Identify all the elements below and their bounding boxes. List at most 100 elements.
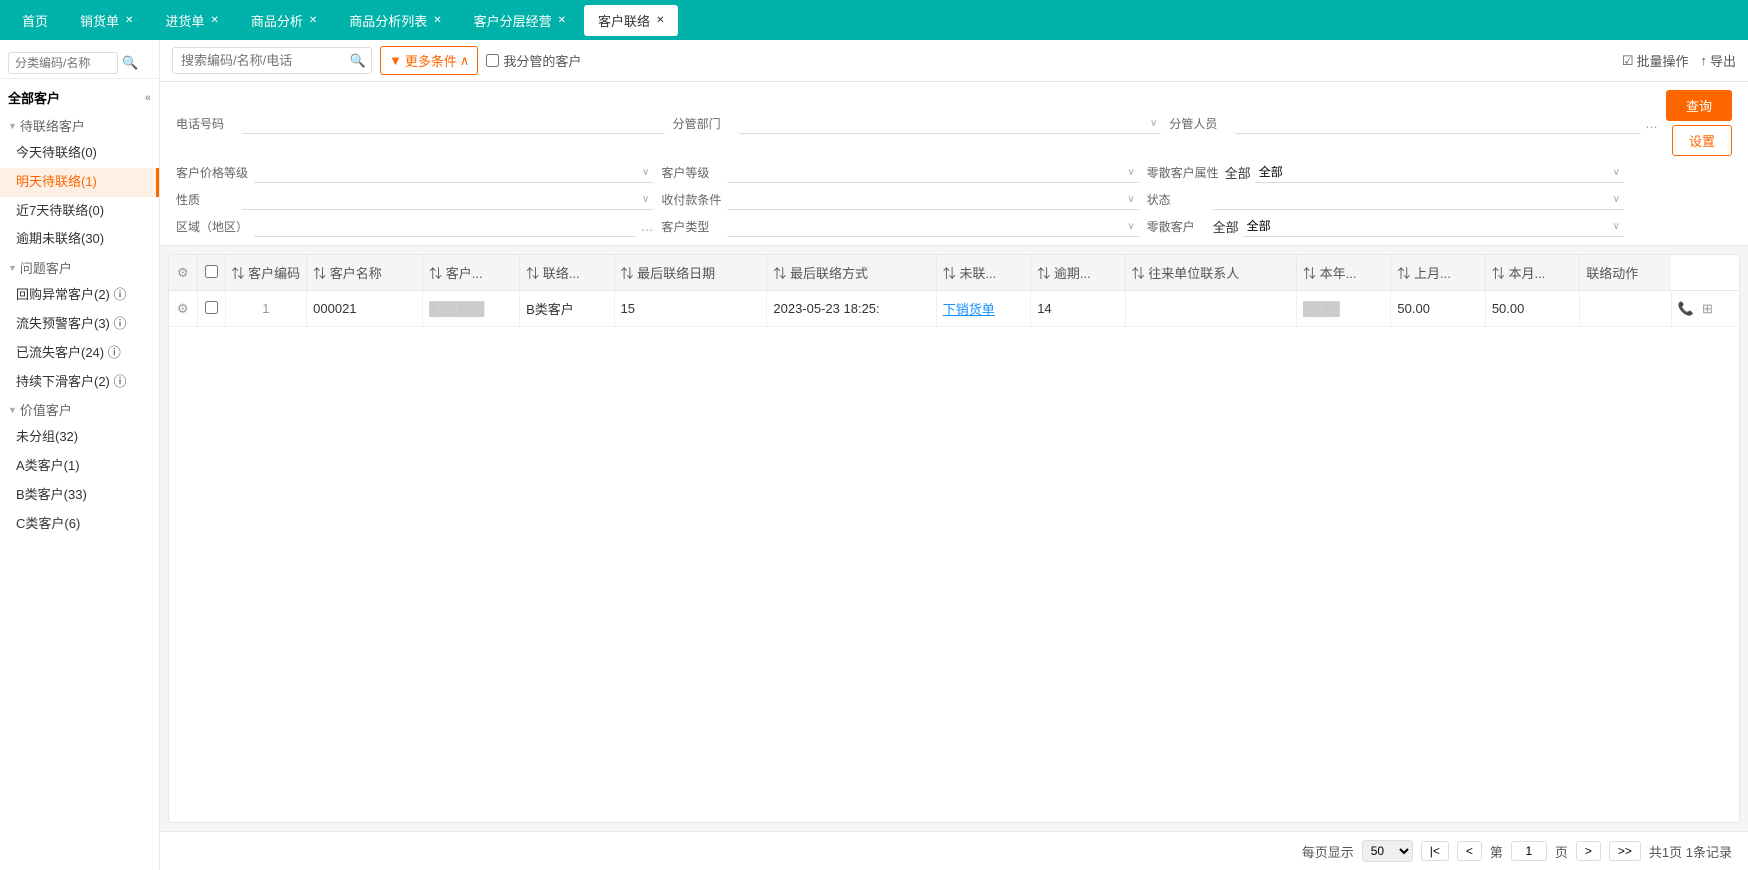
row-this-year: 50.00 [1391, 291, 1485, 327]
sidebar-item-class-c[interactable]: C类客户(6) [0, 510, 159, 539]
my-customers-checkbox[interactable] [486, 54, 499, 67]
nav-sales-order[interactable]: 销货单 ✕ [66, 5, 147, 36]
sidebar-item-7days-contact[interactable]: 近7天待联络(0) [0, 197, 159, 226]
filter-retail-customer-select[interactable]: 全部 [1243, 216, 1624, 237]
select-all-checkbox[interactable] [205, 265, 218, 278]
sort-icon-date[interactable]: ⇅ [621, 266, 634, 281]
batch-ops-button[interactable]: ☑ 批量操作 [1622, 51, 1689, 70]
sidebar-item-tomorrow-contact[interactable]: 明天待联络(1) [0, 168, 159, 197]
contact-method-link[interactable]: 下销货单 [943, 302, 995, 317]
row-contacts: 15 [614, 291, 767, 327]
export-button[interactable]: ↑ 导出 [1700, 51, 1736, 70]
sort-icon-unlink[interactable]: ⇅ [943, 266, 956, 281]
filter-nature-select-wrap [242, 189, 653, 210]
sort-icon-year[interactable]: ⇅ [1303, 266, 1316, 281]
prev-page-button[interactable]: < [1457, 841, 1482, 861]
nav-customer-contact-label: 客户联络 [598, 11, 650, 30]
per-page-select[interactable]: 50 100 200 [1362, 840, 1413, 862]
group-problem-customers[interactable]: 问题客户 [0, 254, 159, 281]
filter-nature: 性质 [176, 189, 653, 210]
th-checkbox[interactable] [197, 255, 225, 291]
sort-icon-type[interactable]: ⇅ [429, 266, 442, 281]
filter-area-dots[interactable]: … [640, 219, 653, 234]
more-conditions-button[interactable]: ▼ 更多条件 ∧ [380, 46, 478, 75]
nav-purchase-order-close[interactable]: ✕ [210, 15, 218, 26]
toolbar-search-wrap: 🔍 [172, 47, 372, 74]
sort-icon-person[interactable]: ⇅ [1132, 266, 1145, 281]
page-number-input[interactable] [1511, 841, 1547, 861]
sort-icon-method[interactable]: ⇅ [773, 266, 786, 281]
nav-product-analysis-close[interactable]: ✕ [309, 15, 317, 26]
th-gear[interactable]: ⚙ [169, 255, 197, 291]
sidebar-item-class-b[interactable]: B类客户(33) [0, 481, 159, 510]
filter-customer-level-select[interactable] [727, 162, 1138, 183]
nav-sales-order-close[interactable]: ✕ [125, 15, 133, 26]
filter-phone-input[interactable] [242, 113, 665, 134]
nav-customer-contact-close[interactable]: ✕ [656, 15, 664, 26]
filter-area: 区域（地区） … [176, 216, 653, 237]
sidebar-item-overdue-contact[interactable]: 逾期未联络(30) [0, 225, 159, 254]
per-page-label: 每页显示 [1302, 842, 1354, 861]
filter-retail-customer-value: 全部 [1213, 217, 1239, 236]
batch-ops-icon: ☑ [1622, 53, 1634, 69]
sort-icon-overdue[interactable]: ⇅ [1037, 266, 1050, 281]
toolbar-search-input[interactable] [172, 47, 372, 74]
filter-row-2: 客户价格等级 客户等级 零散客户属性 全部 全部 [176, 162, 1732, 183]
sidebar-item-repurchase-abnormal[interactable]: 回购异常客户(2) ⓘ [0, 281, 159, 310]
nav-product-analysis-label: 商品分析 [251, 11, 303, 30]
action-phone-icon[interactable]: 📞 [1678, 301, 1694, 317]
filter-retail-attr-select[interactable]: 全部 [1255, 162, 1624, 183]
nav-customer-stratify-label: 客户分层经营 [474, 11, 552, 30]
sidebar-item-declining[interactable]: 持续下滑客户(2) ⓘ [0, 368, 159, 397]
group-value-customers[interactable]: 价值客户 [0, 396, 159, 423]
first-page-button[interactable]: |< [1421, 841, 1449, 861]
filter-customer-type: 客户类型 [661, 216, 1138, 237]
toolbar-row: 🔍 ▼ 更多条件 ∧ 我分管的客户 ☑ 批量操作 ↑ 导出 [160, 40, 1748, 82]
nav-customer-stratify[interactable]: 客户分层经营 ✕ [460, 5, 580, 36]
next-page-button[interactable]: > [1576, 841, 1601, 861]
more-conditions-label: 更多条件 [405, 51, 457, 70]
filter-manager-input[interactable] [1235, 113, 1641, 134]
filter-dept-select[interactable] [739, 113, 1162, 134]
row-gear[interactable]: ⚙ [169, 291, 197, 327]
filter-manager-dots[interactable]: … [1645, 116, 1658, 131]
group-pending-contact[interactable]: 待联络客户 [0, 112, 159, 139]
sidebar-item-ungrouped[interactable]: 未分组(32) [0, 423, 159, 452]
settings-button[interactable]: 设置 [1672, 125, 1732, 156]
row-checkbox[interactable] [197, 291, 225, 327]
filter-nature-label: 性质 [176, 191, 236, 208]
filter-nature-select[interactable] [242, 189, 653, 210]
filter-payment-select[interactable] [727, 189, 1138, 210]
nav-product-analysis-list-close[interactable]: ✕ [433, 15, 441, 26]
nav-purchase-order[interactable]: 进货单 ✕ [151, 5, 232, 36]
sort-icon-name[interactable]: ⇅ [313, 266, 326, 281]
sidebar-item-today-contact[interactable]: 今天待联络(0) [0, 139, 159, 168]
sort-icon-contacts[interactable]: ⇅ [526, 266, 539, 281]
sidebar-item-churn-warning[interactable]: 流失预警客户(3) ⓘ [0, 310, 159, 339]
filter-status-select[interactable] [1213, 189, 1624, 210]
sidebar-search-icon[interactable]: 🔍 [122, 55, 138, 71]
nav-product-analysis[interactable]: 商品分析 ✕ [237, 5, 331, 36]
filter-customer-type-select[interactable] [727, 216, 1138, 237]
sidebar-search-input[interactable] [8, 52, 118, 74]
filter-area-input[interactable] [254, 216, 636, 237]
filter-price-level-select[interactable] [254, 162, 653, 183]
sidebar-item-class-a[interactable]: A类客户(1) [0, 452, 159, 481]
th-customer-type: ⇅ 客户... [423, 255, 520, 291]
sort-icon-tmonth[interactable]: ⇅ [1492, 266, 1505, 281]
nav-product-analysis-list[interactable]: 商品分析列表 ✕ [335, 5, 455, 36]
toolbar-search-button[interactable]: 🔍 [350, 53, 366, 69]
action-grid-icon[interactable]: ⊞ [1702, 301, 1713, 317]
nav-customer-stratify-close[interactable]: ✕ [558, 15, 566, 26]
row-select-checkbox[interactable] [205, 301, 218, 314]
nav-home[interactable]: 首页 [8, 5, 62, 36]
nav-product-analysis-list-label: 商品分析列表 [349, 11, 427, 30]
query-button[interactable]: 查询 [1666, 90, 1732, 121]
sidebar-item-churned[interactable]: 已流失客户(24) ⓘ [0, 339, 159, 368]
last-page-button[interactable]: >> [1609, 841, 1641, 861]
row-last-contact-method[interactable]: 下销货单 [936, 291, 1030, 327]
sort-icon-lmonth[interactable]: ⇅ [1397, 266, 1410, 281]
sort-icon[interactable]: ⇅ [232, 266, 245, 281]
nav-customer-contact[interactable]: 客户联络 ✕ [584, 5, 678, 36]
all-customers-title[interactable]: 全部客户 « [0, 83, 159, 112]
